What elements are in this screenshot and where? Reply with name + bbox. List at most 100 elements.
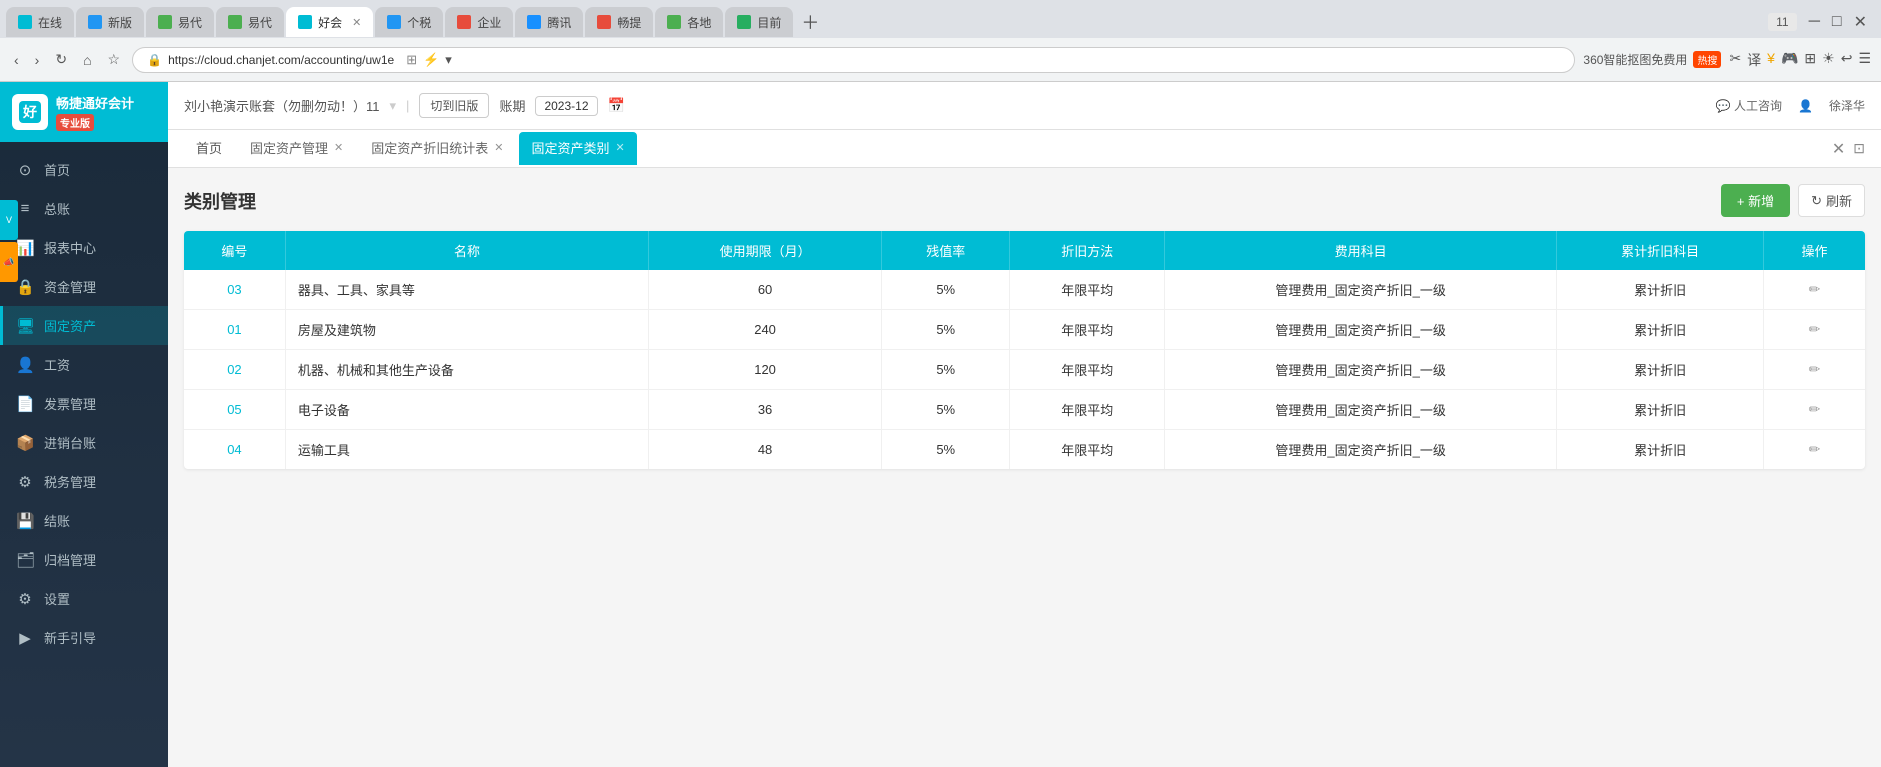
cell-name-3: 电子设备: [285, 390, 648, 430]
browser-tab-9[interactable]: 畅提: [585, 7, 653, 37]
wallet-icon[interactable]: ¥: [1767, 50, 1775, 70]
scissors-icon[interactable]: ✂: [1729, 50, 1741, 70]
logo-sub: 专业版: [56, 114, 94, 131]
menu-icon[interactable]: ☰: [1858, 50, 1871, 70]
reload-btn[interactable]: ↻: [51, 47, 71, 72]
browser-tab-5[interactable]: 好会 ✕: [286, 7, 373, 37]
boost-icon[interactable]: ⚡: [423, 52, 439, 68]
grid-icon[interactable]: ⊞: [1804, 50, 1816, 70]
game-icon[interactable]: 🎮: [1781, 50, 1798, 70]
page-tab-fixed-mgr[interactable]: 固定资产管理 ✕: [238, 132, 355, 165]
sidebar-item-tax[interactable]: ⚙ 税务管理: [0, 462, 168, 501]
sidebar-item-report[interactable]: 📊 报表中心: [0, 228, 168, 267]
window-maximize-btn[interactable]: □: [1832, 13, 1842, 31]
sidebar-item-guide[interactable]: ▶ 新手引导: [0, 618, 168, 657]
sidebar-label-tax: 税务管理: [44, 472, 96, 491]
tab-close-5[interactable]: ✕: [352, 16, 361, 29]
sidebar-item-ledger[interactable]: ≡ 总账: [0, 189, 168, 228]
side-icon-2[interactable]: 📣: [0, 242, 18, 282]
page-title: 类别管理: [184, 188, 256, 214]
bookmark-btn[interactable]: ☆: [104, 47, 125, 72]
report-icon: 📊: [16, 239, 34, 257]
cell-action-0[interactable]: ✏: [1764, 270, 1865, 310]
page-tab-category-close[interactable]: ✕: [616, 141, 625, 154]
page-tab-depreciation-close[interactable]: ✕: [494, 141, 503, 154]
sidebar-item-purchase[interactable]: 📦 进销台账: [0, 423, 168, 462]
edit-btn-3[interactable]: ✏: [1809, 401, 1821, 417]
tab-favicon-2: [88, 15, 102, 29]
sidebar-item-fixed[interactable]: 🖥 固定资产: [0, 306, 168, 345]
sidebar-label-wage: 工资: [44, 355, 70, 374]
sidebar-item-fund[interactable]: 🔒 资金管理: [0, 267, 168, 306]
invoice-icon: 📄: [16, 395, 34, 413]
table-row: 05 电子设备 36 5% 年限平均 管理费用_固定资产折旧_一级 累计折旧 ✏: [184, 390, 1865, 430]
browser-tab-11[interactable]: 目前: [725, 7, 793, 37]
side-icon-1[interactable]: V: [0, 200, 18, 240]
sidebar-item-home[interactable]: ⊙ 首页: [0, 150, 168, 189]
browser-tab-2[interactable]: 新版: [76, 7, 144, 37]
tab-count-badge: 11: [1768, 13, 1796, 31]
cell-action-2[interactable]: ✏: [1764, 350, 1865, 390]
cell-action-1[interactable]: ✏: [1764, 310, 1865, 350]
cell-expense-0: 管理费用_固定资产折旧_一级: [1165, 270, 1557, 310]
edit-btn-2[interactable]: ✏: [1809, 361, 1821, 377]
tab-label-8: 腾讯: [547, 14, 571, 31]
browser-tab-1[interactable]: 在线: [6, 7, 74, 37]
consult-btn[interactable]: 💬 人工咨询: [1716, 97, 1782, 114]
url-text: https://cloud.chanjet.com/accounting/uw1…: [168, 53, 394, 67]
sidebar-item-checkout[interactable]: 💾 结账: [0, 501, 168, 540]
back-btn[interactable]: ‹: [10, 48, 23, 72]
page-tab-home[interactable]: 首页: [184, 132, 234, 165]
tab-area-close-btn[interactable]: ✕: [1832, 139, 1845, 159]
forward-btn[interactable]: ›: [31, 48, 44, 72]
cell-method-2: 年限平均: [1010, 350, 1165, 390]
cell-residual-1: 5%: [881, 310, 1009, 350]
url-input[interactable]: 🔒 https://cloud.chanjet.com/accounting/u…: [132, 47, 1575, 73]
browser-tab-10[interactable]: 各地: [655, 7, 723, 37]
tab-favicon-6: [387, 15, 401, 29]
window-close-btn[interactable]: ✕: [1854, 12, 1867, 32]
browser-tab-4[interactable]: 易代: [216, 7, 284, 37]
tab-area-expand-btn[interactable]: ⊡: [1853, 140, 1865, 157]
translate-icon[interactable]: 译: [1747, 50, 1761, 70]
refresh-button[interactable]: ↻ 刷新: [1798, 184, 1865, 217]
window-minimize-btn[interactable]: ─: [1809, 13, 1820, 31]
new-tab-btn[interactable]: ＋: [801, 9, 819, 35]
url-dropdown-icon[interactable]: ▾: [445, 52, 452, 68]
sidebar-label-guide: 新手引导: [44, 628, 96, 647]
tab-favicon-7: [457, 15, 471, 29]
sidebar-item-settings[interactable]: ⚙ 设置: [0, 579, 168, 618]
cell-name-4: 运输工具: [285, 430, 648, 470]
edit-btn-1[interactable]: ✏: [1809, 321, 1821, 337]
brightness-icon[interactable]: ☀: [1822, 50, 1835, 70]
browser-tab-6[interactable]: 个税: [375, 7, 443, 37]
edit-btn-0[interactable]: ✏: [1809, 281, 1821, 297]
wage-icon: 👤: [16, 356, 34, 374]
tab-favicon-3: [158, 15, 172, 29]
purchase-icon: 📦: [16, 434, 34, 452]
home-btn[interactable]: ⌂: [79, 48, 95, 72]
logo-svg: 好: [16, 98, 44, 126]
cell-action-3[interactable]: ✏: [1764, 390, 1865, 430]
page-tab-depreciation[interactable]: 固定资产折旧统计表 ✕: [359, 132, 515, 165]
browser-tab-8[interactable]: 腾讯: [515, 7, 583, 37]
cell-method-0: 年限平均: [1010, 270, 1165, 310]
tab-favicon-9: [597, 15, 611, 29]
main-content: 刘小艳演示账套（勿删勿动！）11 ▾ | 切到旧版 账期 2023-12 📅 💬…: [168, 82, 1881, 767]
sidebar-item-invoice[interactable]: 📄 发票管理: [0, 384, 168, 423]
sidebar-item-archive[interactable]: 🗂 归档管理: [0, 540, 168, 579]
sidebar-item-wage[interactable]: 👤 工资: [0, 345, 168, 384]
undo-icon[interactable]: ↩: [1841, 50, 1853, 70]
page-tab-fixed-mgr-close[interactable]: ✕: [334, 141, 343, 154]
site-info-icon[interactable]: ⊞: [406, 52, 417, 68]
page-header: 类别管理 + 新增 ↻ 刷新: [184, 184, 1865, 217]
page-tab-category[interactable]: 固定资产类别 ✕: [519, 132, 636, 165]
cell-expense-4: 管理费用_固定资产折旧_一级: [1165, 430, 1557, 470]
cell-action-4[interactable]: ✏: [1764, 430, 1865, 470]
edit-btn-4[interactable]: ✏: [1809, 441, 1821, 457]
add-button[interactable]: + 新增: [1721, 184, 1790, 217]
switch-to-old-btn[interactable]: 切到旧版: [419, 93, 489, 118]
browser-tab-3[interactable]: 易代: [146, 7, 214, 37]
browser-tab-7[interactable]: 企业: [445, 7, 513, 37]
calendar-icon[interactable]: 📅: [608, 97, 625, 114]
